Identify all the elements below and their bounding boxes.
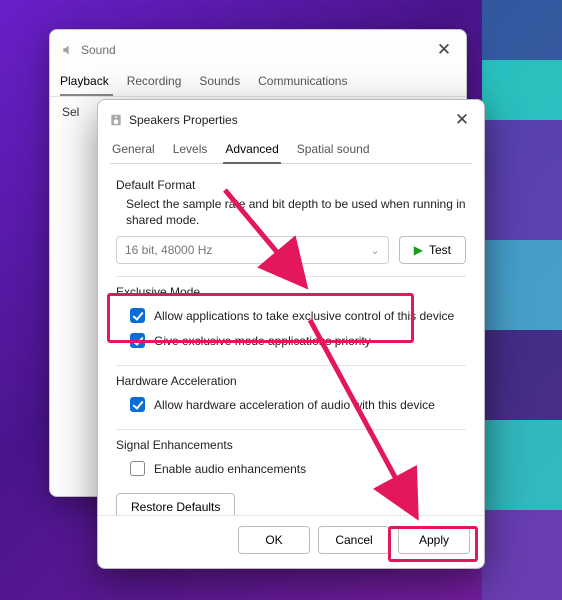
- default-format-select[interactable]: 16 bit, 48000 Hz ⌄: [116, 236, 389, 264]
- exclusive-priority-row[interactable]: Give exclusive mode applications priorit…: [116, 328, 466, 353]
- sound-tabs: Playback Recording Sounds Communications: [50, 66, 466, 97]
- exclusive-control-row[interactable]: Allow applications to take exclusive con…: [116, 303, 466, 328]
- default-format-desc: Select the sample rate and bit depth to …: [126, 196, 466, 228]
- hardware-accel-checkbox[interactable]: [130, 397, 145, 412]
- signal-enh-title: Signal Enhancements: [116, 438, 466, 452]
- desktop-background-deco: [482, 0, 562, 600]
- sound-icon: [60, 43, 75, 58]
- exclusive-priority-label: Give exclusive mode applications priorit…: [154, 334, 371, 348]
- speaker-icon: [108, 113, 123, 128]
- test-button[interactable]: ▶ Test: [399, 236, 466, 264]
- props-titlebar: Speakers Properties ✕: [98, 100, 484, 134]
- default-format-value: 16 bit, 48000 Hz: [125, 243, 212, 257]
- hardware-accel-row[interactable]: Allow hardware acceleration of audio wit…: [116, 392, 466, 417]
- signal-enh-label: Enable audio enhancements: [154, 462, 306, 476]
- hardware-accel-label: Allow hardware acceleration of audio wit…: [154, 398, 435, 412]
- hardware-accel-title: Hardware Acceleration: [116, 374, 466, 388]
- tab-advanced[interactable]: Advanced: [223, 136, 280, 164]
- tab-spatial-sound[interactable]: Spatial sound: [295, 136, 372, 163]
- sound-titlebar: Sound ✕: [50, 30, 466, 66]
- cancel-button[interactable]: Cancel: [318, 526, 390, 554]
- chevron-down-icon: ⌄: [371, 244, 380, 257]
- exclusive-mode-title: Exclusive Mode: [116, 285, 466, 299]
- divider: [116, 429, 466, 430]
- ok-button[interactable]: OK: [238, 526, 310, 554]
- sound-window-title: Sound: [81, 43, 116, 57]
- tab-playback[interactable]: Playback: [60, 70, 113, 96]
- apply-button[interactable]: Apply: [398, 526, 470, 554]
- dialog-footer: OK Cancel Apply: [98, 515, 484, 568]
- restore-defaults-button[interactable]: Restore Defaults: [116, 493, 235, 515]
- test-label: Test: [429, 243, 451, 257]
- exclusive-priority-checkbox[interactable]: [130, 333, 145, 348]
- divider: [116, 276, 466, 277]
- play-icon: ▶: [414, 243, 423, 257]
- speakers-properties-window: Speakers Properties ✕ General Levels Adv…: [97, 99, 485, 569]
- exclusive-control-checkbox[interactable]: [130, 308, 145, 323]
- props-tabs: General Levels Advanced Spatial sound: [110, 134, 472, 164]
- tab-sounds[interactable]: Sounds: [199, 70, 244, 96]
- close-icon[interactable]: ✕: [450, 108, 474, 132]
- exclusive-control-label: Allow applications to take exclusive con…: [154, 309, 454, 323]
- signal-enh-checkbox[interactable]: [130, 461, 145, 476]
- signal-enh-row[interactable]: Enable audio enhancements: [116, 456, 466, 481]
- tab-general[interactable]: General: [110, 136, 157, 163]
- props-window-title: Speakers Properties: [129, 113, 238, 127]
- tab-communications[interactable]: Communications: [258, 70, 351, 96]
- tab-levels[interactable]: Levels: [171, 136, 210, 163]
- props-body: Default Format Select the sample rate an…: [98, 164, 484, 515]
- divider: [116, 365, 466, 366]
- close-icon[interactable]: ✕: [432, 38, 456, 62]
- default-format-title: Default Format: [116, 178, 466, 192]
- tab-recording[interactable]: Recording: [127, 70, 186, 96]
